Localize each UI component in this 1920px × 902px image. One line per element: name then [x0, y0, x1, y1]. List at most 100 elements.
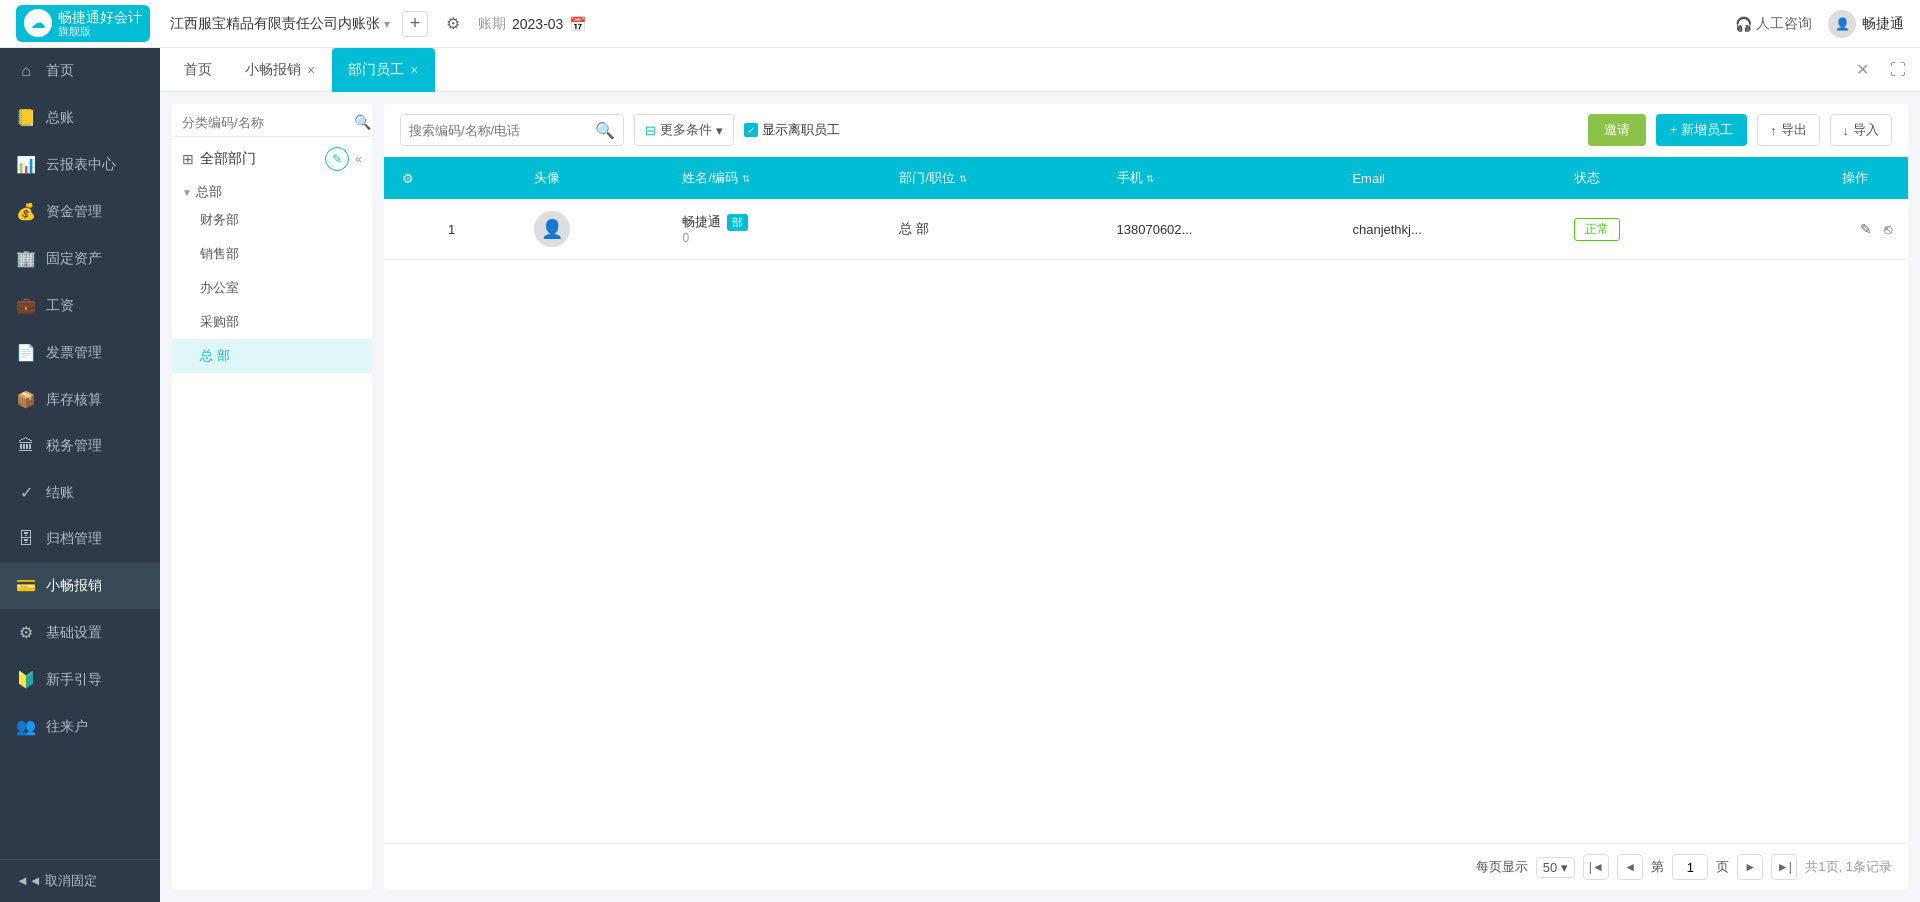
sidebar-item-reports[interactable]: 📊 云报表中心: [0, 141, 160, 188]
table-header-dept[interactable]: 部门/职位 ⇅: [883, 157, 1100, 199]
assets-icon: 🏢: [16, 249, 36, 268]
sidebar-item-inventory[interactable]: 📦 库存核算: [0, 376, 160, 423]
guide-icon: 🔰: [16, 670, 36, 689]
export-icon: ↑: [1770, 123, 1777, 138]
chevron-down-icon: ▾: [716, 123, 723, 138]
dept-root-label[interactable]: ▼ 总部: [172, 177, 372, 203]
dept-item-sales[interactable]: 销售部: [172, 237, 372, 271]
employee-table-wrap: ⚙ 头像 姓名/编码 ⇅ 部门/职位 ⇅: [384, 157, 1908, 843]
sort-icon: ⇅: [1146, 173, 1154, 184]
sidebar-item-contacts[interactable]: 👥 往来户: [0, 703, 160, 750]
close-tab-expense[interactable]: ×: [307, 62, 315, 78]
filter-icon: ⊟: [645, 123, 656, 138]
row-mobile-cell: 138070602...: [1101, 199, 1337, 260]
close-tab-dept[interactable]: ×: [410, 62, 418, 78]
dept-search-input[interactable]: [182, 115, 350, 130]
sort-icon: ⇅: [959, 173, 967, 184]
table-header-name[interactable]: 姓名/编码 ⇅: [666, 157, 883, 199]
row-email-cell: chanjethkj...: [1336, 199, 1558, 260]
company-selector[interactable]: 江西服宝精品有限责任公司内账张 ▾: [170, 15, 390, 33]
last-page-button[interactable]: ►|: [1771, 854, 1797, 880]
edit-employee-button[interactable]: ✎: [1860, 221, 1872, 237]
logout-employee-button[interactable]: ⎋: [1884, 221, 1892, 237]
sidebar-item-salary[interactable]: 💼 工资: [0, 282, 160, 329]
sidebar-item-home[interactable]: ⌂ 首页: [0, 48, 160, 94]
sidebar-item-close[interactable]: ✓ 结账: [0, 469, 160, 516]
archive-icon: 🗄: [16, 530, 36, 548]
close-window-button[interactable]: ✕: [1848, 56, 1876, 84]
tab-home[interactable]: 首页: [168, 48, 229, 92]
table-header-settings[interactable]: ⚙: [384, 157, 432, 199]
settings-nav-icon: ⚙: [16, 623, 36, 642]
unpin-sidebar-button[interactable]: ◄◄ 取消固定: [0, 859, 160, 902]
inventory-icon: 📦: [16, 390, 36, 409]
gear-icon: ⚙: [402, 171, 414, 186]
sidebar-item-settings[interactable]: ⚙ 基础设置: [0, 609, 160, 656]
more-filter-button[interactable]: ⊟ 更多条件 ▾: [634, 114, 734, 146]
reports-icon: 📊: [16, 155, 36, 174]
dept-item-finance[interactable]: 财务部: [172, 203, 372, 237]
content-area: 首页 小畅报销 × 部门员工 × ✕ ⛶ 🔍: [160, 48, 1920, 902]
checkbox-icon: ✓: [744, 123, 758, 137]
sidebar-item-archive[interactable]: 🗄 归档管理: [0, 516, 160, 562]
row-settings-cell: [384, 199, 432, 260]
dept-all-header: ⊞ 全部部门 ✎ «: [172, 137, 372, 177]
employee-toolbar-right: 邀请 + 新增员工 ↑ 导出 ↓ 导入: [1588, 114, 1892, 146]
settings-icon[interactable]: ⚙: [440, 11, 466, 37]
dept-edit-button[interactable]: ✎: [325, 147, 349, 171]
calendar-icon[interactable]: 📅: [569, 16, 586, 32]
topbar: ☁ 畅捷通好会计 旗舰版 江西服宝精品有限责任公司内账张 ▾ + ⚙ 账期 20…: [0, 0, 1920, 48]
main-layout: ⌂ 首页 📒 总账 📊 云报表中心 💰 资金管理 🏢 固定资产 💼 工资: [0, 48, 1920, 902]
customer-service-button[interactable]: 🎧 人工咨询: [1735, 15, 1812, 33]
status-badge: 正常: [1574, 218, 1620, 241]
add-employee-button[interactable]: + 新增员工: [1656, 114, 1747, 146]
invite-button[interactable]: 邀请: [1588, 114, 1646, 146]
expand-window-button[interactable]: ⛶: [1884, 56, 1912, 84]
period-selector[interactable]: 账期 2023-03 📅: [478, 15, 586, 33]
user-profile-button[interactable]: 👤 畅捷通: [1828, 10, 1904, 38]
topbar-right: 🎧 人工咨询 👤 畅捷通: [1735, 10, 1904, 38]
next-page-button[interactable]: ►: [1737, 854, 1763, 880]
tab-dept-employee[interactable]: 部门员工 ×: [332, 48, 435, 92]
row-name-cell: 畅捷通 部 0: [666, 199, 883, 260]
employee-search-input[interactable]: [409, 123, 589, 138]
prev-page-button[interactable]: ◄: [1617, 854, 1643, 880]
page-number-input[interactable]: [1672, 854, 1708, 880]
show-resigned-checkbox[interactable]: ✓ 显示离职员工: [744, 121, 840, 139]
table-header-email: Email: [1336, 157, 1558, 199]
table-header-mobile[interactable]: 手机 ⇅: [1101, 157, 1337, 199]
export-button[interactable]: ↑ 导出: [1757, 114, 1820, 146]
sidebar-item-expense[interactable]: 💳 小畅报销: [0, 562, 160, 609]
dept-item-headquarters[interactable]: 总 部: [172, 339, 372, 373]
sidebar-item-funds[interactable]: 💰 资金管理: [0, 188, 160, 235]
employee-toolbar: 🔍 ⊟ 更多条件 ▾ ✓ 显示离职员工 邀请 + 新增员工: [384, 104, 1908, 157]
caret-down-icon: ▼: [182, 187, 192, 198]
sidebar-item-invoice[interactable]: 📄 发票管理: [0, 329, 160, 376]
tabs-bar: 首页 小畅报销 × 部门员工 × ✕ ⛶: [160, 48, 1920, 92]
employee-search-icon[interactable]: 🔍: [595, 121, 615, 140]
dept-search-icon[interactable]: 🔍: [354, 114, 371, 130]
app-logo: ☁ 畅捷通好会计 旗舰版: [16, 5, 150, 43]
import-icon: ↓: [1843, 123, 1850, 138]
tax-icon: 🏛: [16, 437, 36, 455]
table-header-avatar: 头像: [518, 157, 667, 199]
import-button[interactable]: ↓ 导入: [1830, 114, 1893, 146]
add-company-button[interactable]: +: [402, 11, 428, 37]
avatar: 👤: [1828, 10, 1856, 38]
logo-icon: ☁: [24, 9, 52, 37]
sidebar-item-assets[interactable]: 🏢 固定资产: [0, 235, 160, 282]
collapse-icon[interactable]: «: [355, 152, 362, 166]
dept-item-purchasing[interactable]: 采购部: [172, 305, 372, 339]
dept-item-office[interactable]: 办公室: [172, 271, 372, 305]
avatar: 👤: [534, 211, 570, 247]
sort-icon: ⇅: [742, 173, 750, 184]
table-header-status: 状态: [1558, 157, 1729, 199]
tab-expense[interactable]: 小畅报销 ×: [229, 48, 332, 92]
sidebar-item-guide[interactable]: 🔰 新手引导: [0, 656, 160, 703]
sidebar-item-ledger[interactable]: 📒 总账: [0, 94, 160, 141]
page-size-selector[interactable]: 50 ▾: [1536, 857, 1575, 878]
sidebar-item-tax[interactable]: 🏛 税务管理: [0, 423, 160, 469]
dept-search-bar: 🔍: [172, 104, 372, 137]
first-page-button[interactable]: |◄: [1583, 854, 1609, 880]
chevron-down-icon: ▾: [1561, 860, 1568, 875]
